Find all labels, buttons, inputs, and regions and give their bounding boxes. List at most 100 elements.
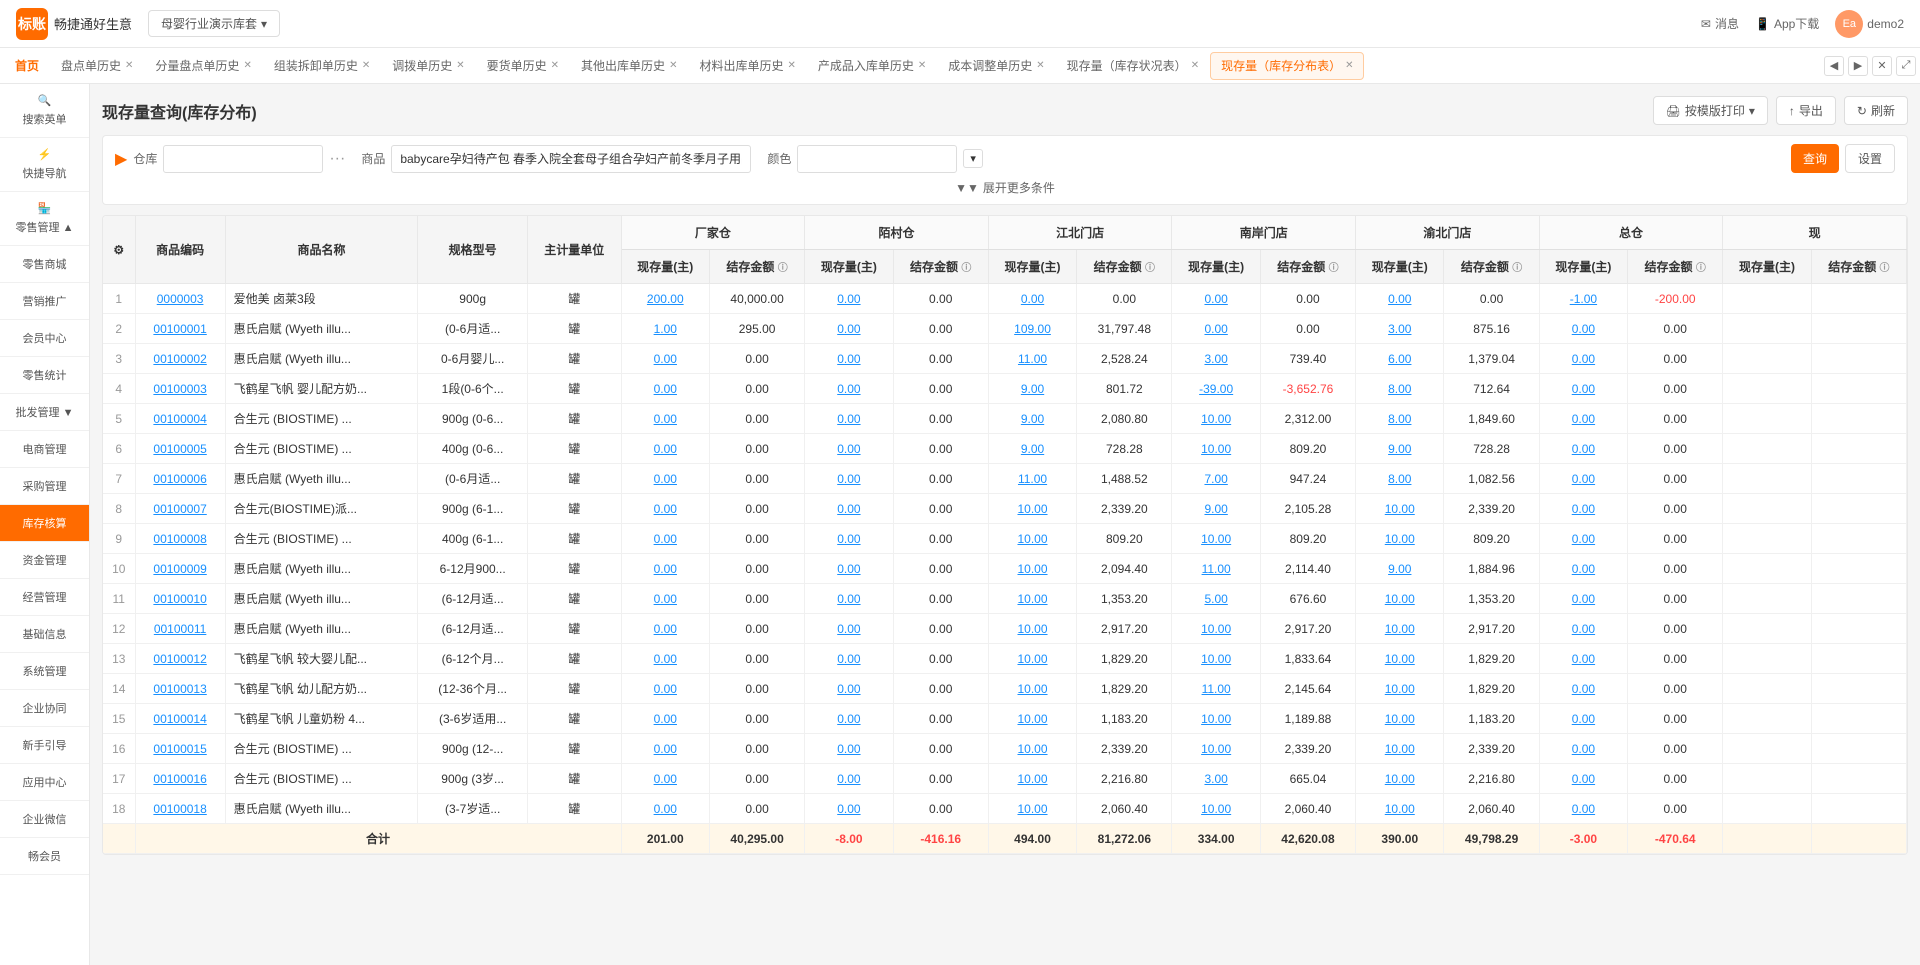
row-na-qty[interactable]: 10.00: [1172, 734, 1260, 764]
tab-expand-btn[interactable]: ⤢: [1896, 56, 1916, 76]
row-m-qty[interactable]: 0.00: [805, 524, 893, 554]
warehouse-input[interactable]: [163, 145, 323, 173]
settings-btn[interactable]: 设置: [1845, 144, 1895, 173]
row-code[interactable]: 00100006: [135, 464, 225, 494]
sidebar-item-wechat-biz[interactable]: 企业微信: [0, 801, 89, 838]
row-code[interactable]: 00100015: [135, 734, 225, 764]
row-f-qty[interactable]: 200.00: [621, 284, 709, 314]
row-f-qty[interactable]: 0.00: [621, 764, 709, 794]
sidebar-item-basic[interactable]: 基础信息: [0, 616, 89, 653]
row-f-qty[interactable]: 0.00: [621, 584, 709, 614]
tab-purchase-order[interactable]: 要货单历史 ✕: [476, 52, 570, 80]
row-m-qty[interactable]: 0.00: [805, 464, 893, 494]
row-f-qty[interactable]: 0.00: [621, 524, 709, 554]
row-m-qty[interactable]: 0.00: [805, 674, 893, 704]
row-m-qty[interactable]: 0.00: [805, 314, 893, 344]
row-code[interactable]: 00100012: [135, 644, 225, 674]
row-f-qty[interactable]: 1.00: [621, 314, 709, 344]
info-icon[interactable]: ⓘ: [1512, 263, 1522, 274]
row-na-qty[interactable]: 10.00: [1172, 614, 1260, 644]
row-jb-qty[interactable]: 10.00: [988, 644, 1076, 674]
row-code[interactable]: 00100010: [135, 584, 225, 614]
row-f-qty[interactable]: 0.00: [621, 704, 709, 734]
row-na-qty[interactable]: 10.00: [1172, 524, 1260, 554]
row-m-qty[interactable]: 0.00: [805, 494, 893, 524]
row-code[interactable]: 00100008: [135, 524, 225, 554]
filter-expand-arrow[interactable]: ▶: [115, 149, 127, 169]
row-jb-qty[interactable]: 10.00: [988, 494, 1076, 524]
row-jb-qty[interactable]: 10.00: [988, 764, 1076, 794]
row-yb-qty[interactable]: 10.00: [1356, 764, 1444, 794]
info-icon[interactable]: ⓘ: [1145, 263, 1155, 274]
sidebar-item-retail-store[interactable]: 零售商城: [0, 246, 89, 283]
row-na-qty[interactable]: 10.00: [1172, 404, 1260, 434]
row-m-qty[interactable]: 0.00: [805, 794, 893, 824]
row-m-qty[interactable]: 0.00: [805, 644, 893, 674]
row-code[interactable]: 00100018: [135, 794, 225, 824]
row-m-qty[interactable]: 0.00: [805, 374, 893, 404]
store-selector[interactable]: 母婴行业演示库套 ▾: [148, 10, 280, 37]
row-f-qty[interactable]: 0.00: [621, 374, 709, 404]
row-total-qty[interactable]: 0.00: [1539, 344, 1627, 374]
row-jb-qty[interactable]: 11.00: [988, 464, 1076, 494]
info-icon[interactable]: ⓘ: [1696, 263, 1706, 274]
info-icon[interactable]: ⓘ: [961, 263, 971, 274]
row-na-qty[interactable]: 10.00: [1172, 704, 1260, 734]
row-m-qty[interactable]: 0.00: [805, 434, 893, 464]
row-jb-qty[interactable]: 9.00: [988, 374, 1076, 404]
sidebar-item-wholesale[interactable]: 批发管理 ▼: [0, 394, 89, 431]
row-yb-qty[interactable]: 10.00: [1356, 734, 1444, 764]
row-total-qty[interactable]: 0.00: [1539, 674, 1627, 704]
row-yb-qty[interactable]: 10.00: [1356, 614, 1444, 644]
sidebar-item-apps[interactable]: 应用中心: [0, 764, 89, 801]
tab-stock-dist[interactable]: 现存量（库存分布表） ✕: [1210, 52, 1364, 80]
row-na-qty[interactable]: 10.00: [1172, 434, 1260, 464]
row-yb-qty[interactable]: 10.00: [1356, 794, 1444, 824]
row-f-qty[interactable]: 0.00: [621, 674, 709, 704]
color-input[interactable]: [797, 145, 957, 173]
sidebar-item-finance[interactable]: 资金管理: [0, 542, 89, 579]
row-total-qty[interactable]: 0.00: [1539, 494, 1627, 524]
row-f-qty[interactable]: 0.00: [621, 734, 709, 764]
tab-home[interactable]: 首页: [4, 52, 50, 80]
user-item[interactable]: Ea demo2: [1835, 10, 1904, 38]
row-jb-qty[interactable]: 0.00: [988, 284, 1076, 314]
info-icon[interactable]: ⓘ: [1880, 263, 1890, 274]
print-btn[interactable]: 🖨 按模版打印 ▾: [1653, 96, 1768, 125]
row-jb-qty[interactable]: 10.00: [988, 794, 1076, 824]
sidebar-item-retail-stats[interactable]: 零售统计: [0, 357, 89, 394]
row-total-qty[interactable]: 0.00: [1539, 704, 1627, 734]
row-yb-qty[interactable]: 8.00: [1356, 374, 1444, 404]
row-total-qty[interactable]: 0.00: [1539, 404, 1627, 434]
tab-close-icon[interactable]: ✕: [551, 61, 559, 71]
tab-other-out[interactable]: 其他出库单历史 ✕: [570, 52, 688, 80]
row-jb-qty[interactable]: 10.00: [988, 674, 1076, 704]
row-code[interactable]: 00100002: [135, 344, 225, 374]
th-settings[interactable]: ⚙: [103, 216, 135, 284]
row-code[interactable]: 00100013: [135, 674, 225, 704]
row-m-qty[interactable]: 0.00: [805, 734, 893, 764]
tab-close-icon[interactable]: ✕: [362, 61, 370, 71]
row-f-qty[interactable]: 0.00: [621, 644, 709, 674]
row-na-qty[interactable]: -39.00: [1172, 374, 1260, 404]
sidebar-item-system[interactable]: 系统管理: [0, 653, 89, 690]
tab-assembly[interactable]: 组装拆卸单历史 ✕: [263, 52, 381, 80]
row-na-qty[interactable]: 9.00: [1172, 494, 1260, 524]
row-yb-qty[interactable]: 9.00: [1356, 554, 1444, 584]
export-btn[interactable]: ↑ 导出: [1776, 96, 1836, 125]
tab-close-icon[interactable]: ✕: [1345, 61, 1353, 71]
tab-close-icon[interactable]: ✕: [456, 61, 464, 71]
row-m-qty[interactable]: 0.00: [805, 584, 893, 614]
sidebar-item-member2[interactable]: 畅会员: [0, 838, 89, 875]
row-yb-qty[interactable]: 6.00: [1356, 344, 1444, 374]
row-total-qty[interactable]: 0.00: [1539, 464, 1627, 494]
tab-close-icon[interactable]: ✕: [125, 61, 133, 71]
sidebar-item-operations[interactable]: 经营管理: [0, 579, 89, 616]
row-total-qty[interactable]: 0.00: [1539, 764, 1627, 794]
sidebar-item-member[interactable]: 会员中心: [0, 320, 89, 357]
row-total-qty[interactable]: 0.00: [1539, 614, 1627, 644]
row-yb-qty[interactable]: 8.00: [1356, 464, 1444, 494]
row-jb-qty[interactable]: 10.00: [988, 704, 1076, 734]
row-na-qty[interactable]: 11.00: [1172, 554, 1260, 584]
row-m-qty[interactable]: 0.00: [805, 404, 893, 434]
